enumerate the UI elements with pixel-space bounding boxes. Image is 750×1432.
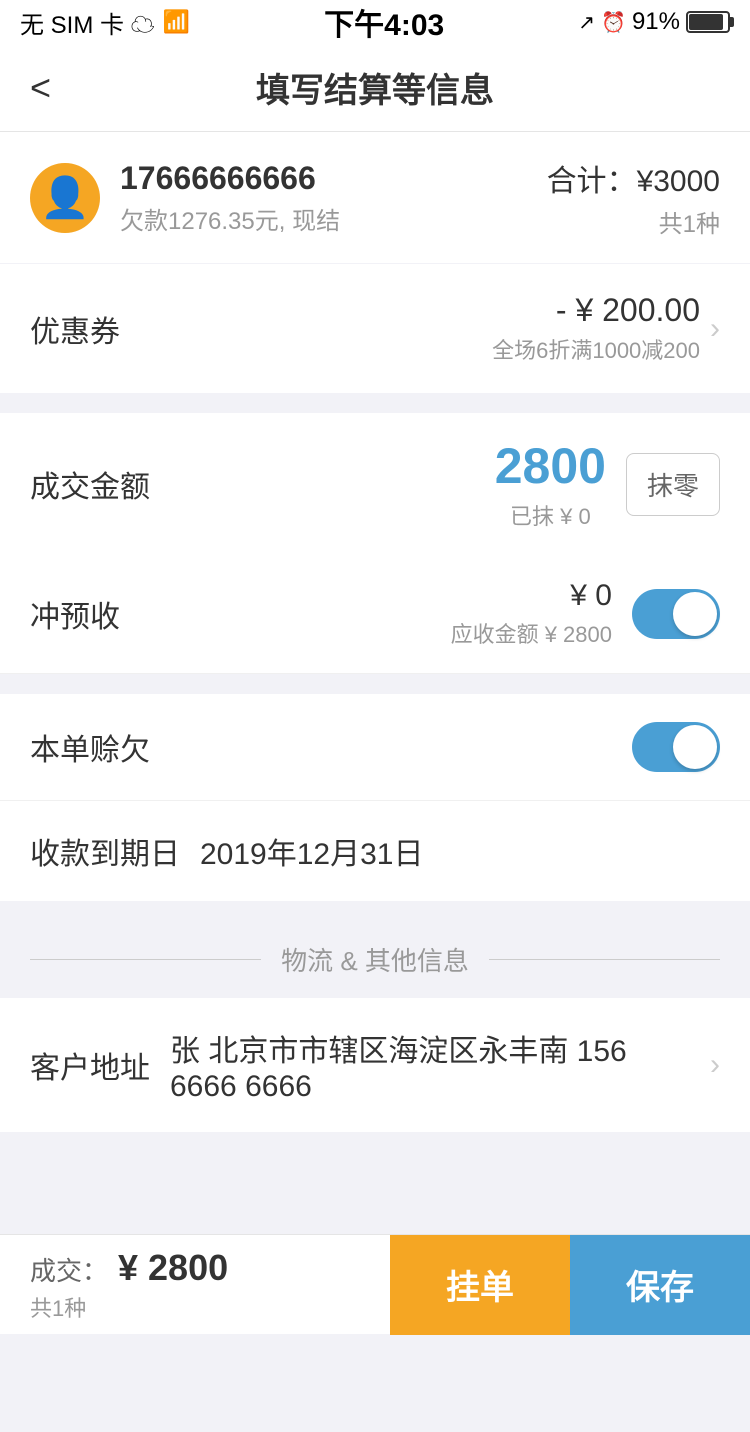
prepay-toggle-knob	[673, 592, 717, 636]
coupon-chevron-icon: ›	[710, 312, 720, 346]
customer-right: 合计：¥3000 共1种	[547, 156, 720, 239]
deal-amount-value-col: 2800 已抹 ¥ 0	[495, 437, 606, 531]
deal-amount-row: 成交金额 2800 已抹 ¥ 0 抹零	[0, 413, 750, 555]
deal-amount-right: 2800 已抹 ¥ 0 抹零	[495, 437, 720, 531]
due-date-row: 收款到期日 2019年12月31日	[0, 800, 750, 901]
avatar-icon: 👤	[40, 174, 90, 221]
prepay-amount: ¥ 0	[451, 579, 612, 613]
coupon-discount: - ¥ 200.00	[492, 292, 700, 329]
status-time: 下午4:03	[324, 0, 444, 44]
deal-amount-value: 2800	[495, 437, 606, 495]
prepay-row: 冲预收 ¥ 0 应收金额 ¥ 2800	[0, 555, 750, 674]
credit-toggle-knob	[673, 725, 717, 769]
logistics-line-left	[30, 959, 261, 960]
customer-info: 17666666666 欠款1276.35元, 现结	[120, 160, 340, 236]
credit-section: 本单赊欠 收款到期日 2019年12月31日	[0, 694, 750, 901]
section-divider-1	[0, 393, 750, 413]
section-divider-3	[0, 901, 750, 921]
address-chevron-icon: ›	[710, 1048, 720, 1082]
prepay-label: 冲预收	[30, 592, 120, 636]
logistics-header: 物流 & 其他信息	[0, 921, 750, 998]
footer-amount: ¥ 2800	[118, 1247, 228, 1289]
coupon-text: - ¥ 200.00 全场6折满1000减200	[492, 292, 700, 365]
avatar: 👤	[30, 163, 100, 233]
customer-card: 👤 17666666666 欠款1276.35元, 现结 合计：¥3000 共1…	[0, 132, 750, 263]
alarm-icon: ⏰	[601, 10, 626, 35]
footer-count: 共1种	[30, 1291, 360, 1323]
address-row[interactable]: 客户地址 张 北京市市辖区海淀区永丰南 156 6666 6666 ›	[0, 998, 750, 1132]
due-date-label: 收款到期日	[30, 829, 180, 873]
location-icon: ↗	[578, 10, 595, 35]
wifi-icon: 📶	[163, 9, 190, 35]
credit-label: 本单赊欠	[30, 725, 150, 769]
battery-percent: 91%	[632, 8, 680, 36]
round-down-button[interactable]: 抹零	[626, 453, 720, 516]
address-value: 张 北京市市辖区海淀区永丰南 156 6666 6666	[170, 1026, 690, 1104]
customer-left: 👤 17666666666 欠款1276.35元, 现结	[30, 160, 340, 236]
deal-amount-label: 成交金额	[30, 462, 150, 506]
coupon-label: 优惠券	[30, 307, 120, 351]
total-count: 共1种	[547, 204, 720, 239]
footer-info-row: 成交： ¥ 2800	[30, 1247, 360, 1289]
form-section: 成交金额 2800 已抹 ¥ 0 抹零 冲预收 ¥ 0 应收金额 ¥ 2800	[0, 413, 750, 674]
logistics-line-right	[489, 959, 720, 960]
bottom-footer: 成交： ¥ 2800 共1种 挂单 保存	[0, 1234, 750, 1334]
status-right: ↗ ⏰ 91%	[578, 8, 730, 36]
deal-amount-sub: 已抹 ¥ 0	[495, 499, 606, 531]
due-date-value: 2019年12月31日	[200, 829, 423, 873]
footer-deal-label: 成交：	[30, 1251, 108, 1288]
logistics-title: 物流 & 其他信息	[281, 941, 469, 978]
total-label: 合计：	[547, 165, 637, 198]
section-divider-2	[0, 674, 750, 694]
coupon-right: - ¥ 200.00 全场6折满1000减200 ›	[492, 292, 720, 365]
pending-button[interactable]: 挂单	[390, 1235, 570, 1335]
prepay-toggle[interactable]	[632, 589, 720, 639]
credit-row: 本单赊欠	[0, 694, 750, 800]
total-amount: 合计：¥3000	[547, 156, 720, 200]
status-left: 无 SIM 卡 ☁ 📶	[20, 5, 190, 40]
prepay-right: ¥ 0 应收金额 ¥ 2800	[451, 579, 720, 649]
address-label: 客户地址	[30, 1043, 150, 1087]
coupon-row[interactable]: 优惠券 - ¥ 200.00 全场6折满1000减200 ›	[0, 264, 750, 393]
page-title: 填写结算等信息	[256, 63, 494, 112]
credit-toggle[interactable]	[632, 722, 720, 772]
customer-debt: 欠款1276.35元, 现结	[120, 201, 340, 236]
battery-icon	[686, 11, 730, 33]
coupon-description: 全场6折满1000减200	[492, 333, 700, 365]
back-button[interactable]: <	[30, 67, 51, 109]
prepay-sub: 应收金额 ¥ 2800	[451, 617, 612, 649]
total-value: ¥3000	[637, 165, 720, 198]
status-bar: 无 SIM 卡 ☁ 📶 下午4:03 ↗ ⏰ 91%	[0, 0, 750, 44]
customer-phone: 17666666666	[120, 160, 340, 197]
footer-info: 成交： ¥ 2800 共1种	[0, 1247, 390, 1323]
no-sim-text: 无 SIM 卡 ☁	[20, 5, 155, 40]
prepay-amount-col: ¥ 0 应收金额 ¥ 2800	[451, 579, 612, 649]
save-button[interactable]: 保存	[570, 1235, 750, 1335]
nav-bar: < 填写结算等信息	[0, 44, 750, 132]
